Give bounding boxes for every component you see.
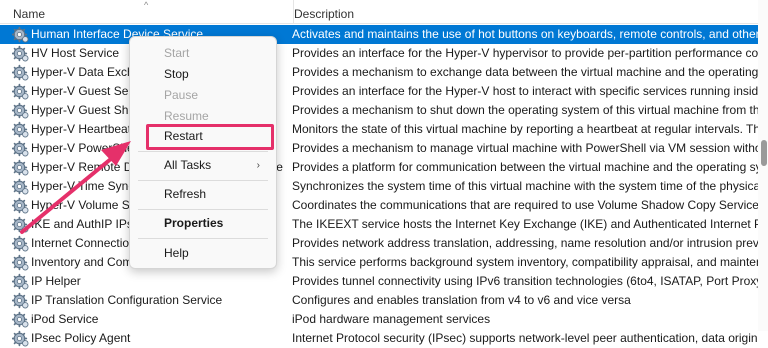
service-name: IPsec Policy Agent	[31, 331, 131, 345]
service-description: Internet Protocol security (IPsec) suppo…	[292, 331, 758, 345]
gear-icon	[12, 330, 29, 347]
service-row[interactable]: IPsec Policy Agent Internet Protocol secu…	[0, 329, 758, 348]
annotation-arrow-icon	[20, 141, 131, 234]
